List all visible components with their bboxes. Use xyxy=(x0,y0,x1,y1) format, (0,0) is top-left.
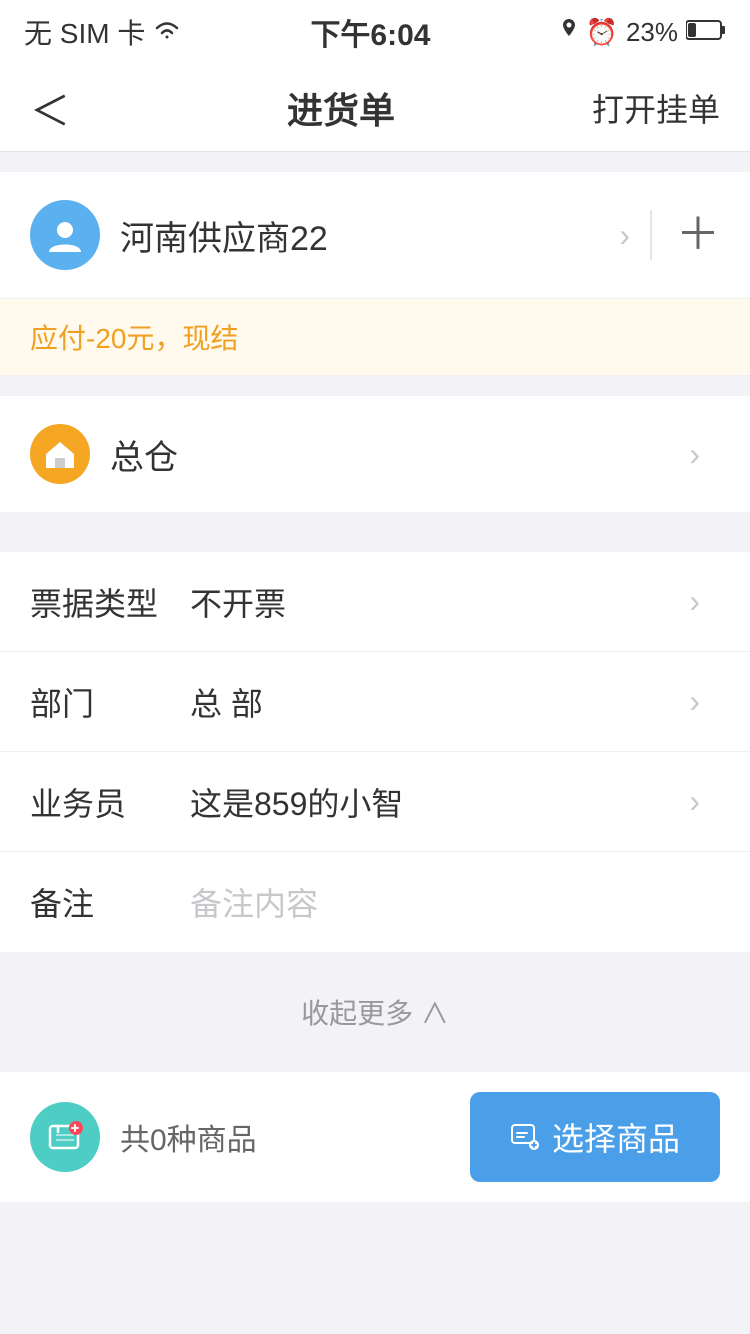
alarm-icon: ⏰ xyxy=(586,17,618,48)
warehouse-section: 总仓 › xyxy=(0,396,750,512)
remark-label: 备注 xyxy=(30,879,170,925)
status-bar: 无 SIM 卡 下午6:04 ⏰ 23% xyxy=(0,0,750,64)
invoice-type-row[interactable]: 票据类型 不开票 › xyxy=(0,552,750,652)
warehouse-row[interactable]: 总仓 › xyxy=(0,396,750,512)
salesperson-label: 业务员 xyxy=(30,779,170,825)
status-bar-left: 无 SIM 卡 xyxy=(24,12,181,52)
add-supplier-button[interactable]: ＋ xyxy=(676,213,720,257)
salesperson-chevron-icon: › xyxy=(689,783,700,820)
form-section: 票据类型 不开票 › 部门 总 部 › 业务员 这是859的小智 › 备注 备注… xyxy=(0,552,750,952)
page-title: 进货单 xyxy=(287,82,395,134)
supplier-chevron-icon: › xyxy=(619,217,630,254)
select-product-button[interactable]: 选择商品 xyxy=(470,1092,720,1182)
warehouse-chevron-icon: › xyxy=(689,436,700,473)
page-container: 无 SIM 卡 下午6:04 ⏰ 23% xyxy=(0,0,750,1334)
notice-bar: 应付-20元，现结 xyxy=(0,299,750,376)
invoice-type-value: 不开票 xyxy=(170,579,689,625)
warehouse-name: 总仓 xyxy=(110,430,689,479)
supplier-section: 河南供应商22 › ＋ 应付-20元，现结 xyxy=(0,172,750,376)
collapse-label: 收起更多 ∧ xyxy=(301,992,449,1032)
bottom-bar: 共0种商品 选择商品 xyxy=(0,1072,750,1202)
status-bar-time: 下午6:04 xyxy=(310,10,430,54)
supplier-row[interactable]: 河南供应商22 › ＋ xyxy=(0,172,750,299)
warehouse-icon xyxy=(30,424,90,484)
item-count-label: 共0种商品 xyxy=(120,1115,470,1159)
battery-percent: 23% xyxy=(626,17,678,48)
notice-text: 应付-20元，现结 xyxy=(30,323,238,354)
wifi-icon xyxy=(153,16,181,48)
section-gap-2 xyxy=(0,376,750,396)
department-row[interactable]: 部门 总 部 › xyxy=(0,652,750,752)
salesperson-value: 这是859的小智 xyxy=(170,779,689,825)
supplier-name: 河南供应商22 xyxy=(120,211,619,260)
invoice-type-chevron-icon: › xyxy=(689,583,700,620)
collapse-bar[interactable]: 收起更多 ∧ xyxy=(0,972,750,1052)
back-button[interactable]: ＜ xyxy=(30,79,90,137)
divider xyxy=(650,210,652,260)
open-pending-button[interactable]: 打开挂单 xyxy=(592,85,720,131)
salesperson-row[interactable]: 业务员 这是859的小智 › xyxy=(0,752,750,852)
remark-row[interactable]: 备注 备注内容 xyxy=(0,852,750,952)
section-gap-3 xyxy=(0,512,750,532)
nav-bar: ＜ 进货单 打开挂单 xyxy=(0,64,750,152)
cart-icon-wrap xyxy=(30,1102,100,1172)
sim-status: 无 SIM 卡 xyxy=(24,12,145,52)
remark-input[interactable]: 备注内容 xyxy=(170,879,720,925)
section-gap-1 xyxy=(0,152,750,172)
department-label: 部门 xyxy=(30,679,170,725)
status-bar-right: ⏰ 23% xyxy=(560,17,726,48)
location-icon xyxy=(560,17,578,48)
invoice-type-label: 票据类型 xyxy=(30,579,170,625)
select-product-label: 选择商品 xyxy=(552,1114,680,1160)
supplier-avatar xyxy=(30,200,100,270)
battery-icon xyxy=(686,17,726,48)
department-value: 总 部 xyxy=(170,679,689,725)
department-chevron-icon: › xyxy=(689,683,700,720)
